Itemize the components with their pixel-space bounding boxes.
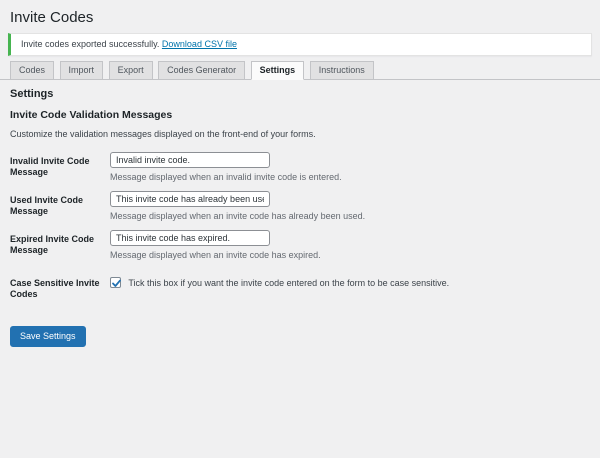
invalid-message-input[interactable] xyxy=(110,152,270,169)
tab-instructions[interactable]: Instructions xyxy=(309,61,374,81)
form-row-used-message: Used Invite Code Message Message display… xyxy=(10,191,590,221)
form-row-invalid-message: Invalid Invite Code Message Message disp… xyxy=(10,152,590,182)
tab-codes[interactable]: Codes xyxy=(10,61,55,81)
page-title: Invite Codes xyxy=(10,9,94,26)
used-message-label: Used Invite Code Message xyxy=(10,195,84,217)
case-sensitive-description: Tick this box if you want the invite cod… xyxy=(128,278,450,289)
settings-panel: Settings Invite Code Validation Messages… xyxy=(0,88,600,347)
check-icon xyxy=(112,280,121,288)
used-message-description: Message displayed when an invite code ha… xyxy=(110,211,366,222)
intro-text: Customize the validation messages displa… xyxy=(10,129,316,140)
case-sensitive-checkbox[interactable] xyxy=(110,277,121,289)
tab-codes-generator[interactable]: Codes Generator xyxy=(158,61,246,81)
download-csv-link[interactable]: Download CSV file xyxy=(162,39,237,49)
tab-settings[interactable]: Settings xyxy=(250,61,305,81)
save-settings-button[interactable]: Save Settings xyxy=(10,325,86,347)
tab-import[interactable]: Import xyxy=(59,61,104,81)
validation-messages-heading: Invite Code Validation Messages xyxy=(10,109,173,122)
invalid-message-description: Message displayed when an invalid invite… xyxy=(110,172,342,183)
success-notice: Invite codes exported successfully. Down… xyxy=(8,32,592,57)
expired-message-input[interactable] xyxy=(110,230,270,247)
settings-heading: Settings xyxy=(10,88,54,101)
notice-message: Invite codes exported successfully. xyxy=(21,38,160,49)
expired-message-label: Expired Invite Code Message xyxy=(10,234,95,256)
case-sensitive-label: Case Sensitive Invite Codes xyxy=(10,278,100,300)
expired-message-description: Message displayed when an invite code ha… xyxy=(110,250,321,261)
tab-export[interactable]: Export xyxy=(108,61,153,81)
tab-bar: Codes Import Export Codes Generator Sett… xyxy=(0,61,600,81)
invalid-message-label: Invalid Invite Code Message xyxy=(10,156,90,178)
form-row-expired-message: Expired Invite Code Message Message disp… xyxy=(10,230,590,260)
used-message-input[interactable] xyxy=(110,191,270,208)
form-row-case-sensitive: Case Sensitive Invite Codes Tick this bo… xyxy=(10,274,590,300)
